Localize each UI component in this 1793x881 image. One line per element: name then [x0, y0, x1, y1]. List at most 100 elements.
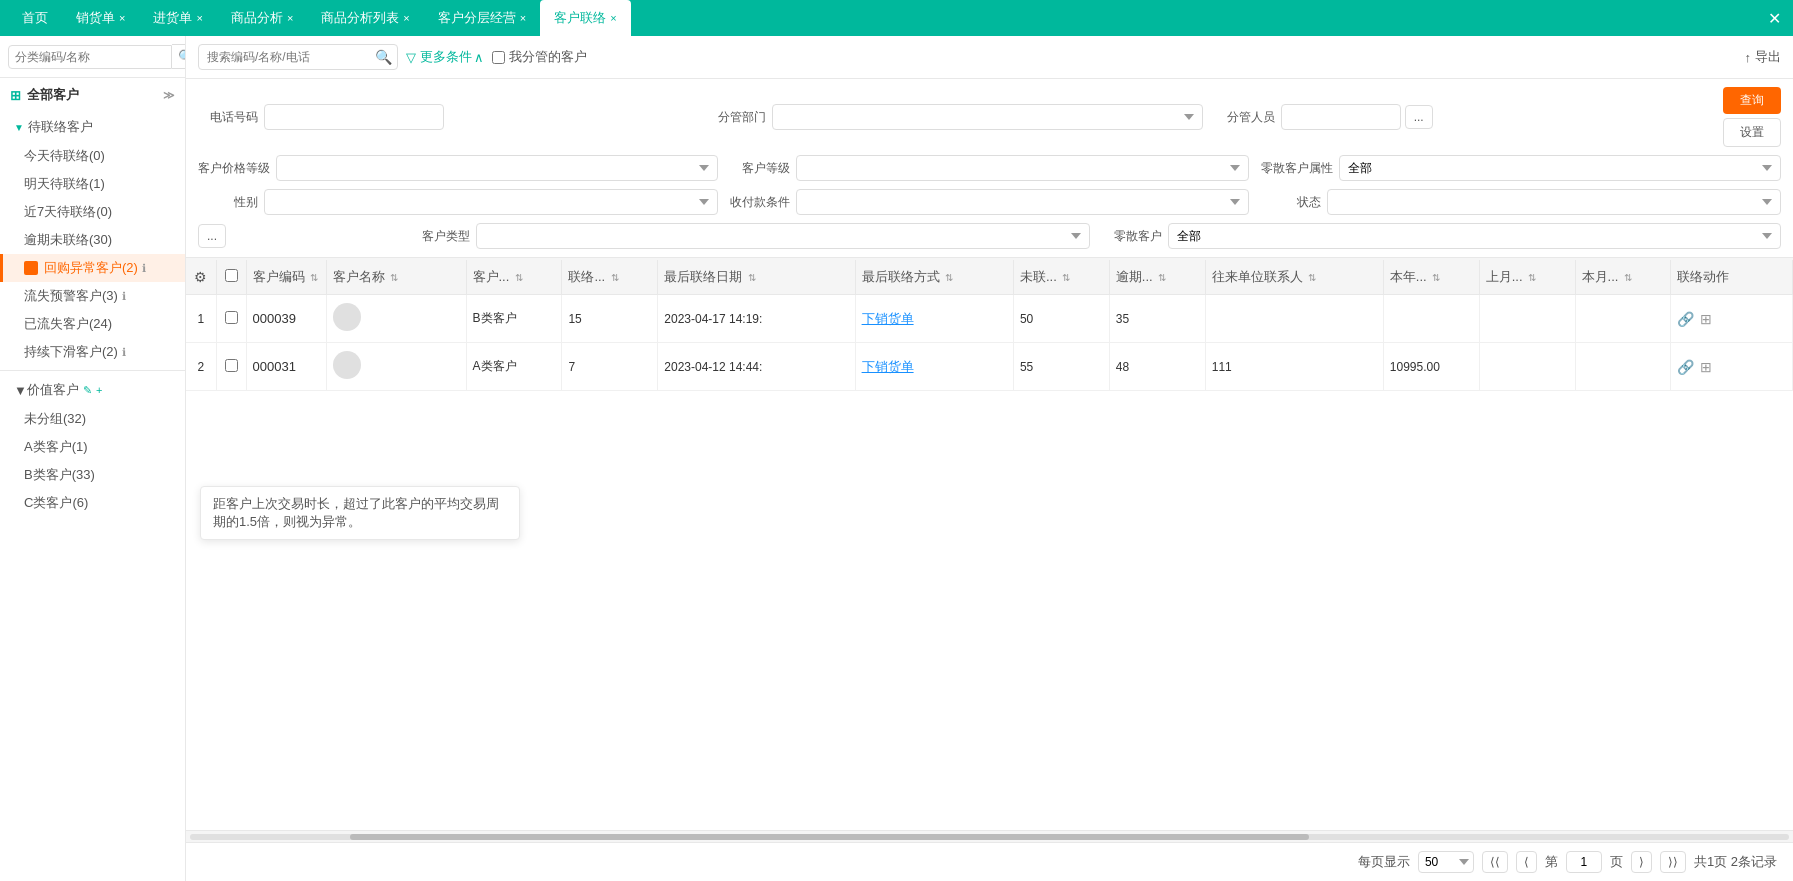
retail-customer-select[interactable]: 全部 — [1168, 223, 1782, 249]
sidebar-item-ungrouped[interactable]: 未分组(32) — [0, 405, 185, 433]
nav-close-product-analysis[interactable]: × — [287, 12, 293, 24]
gender-select[interactable] — [264, 189, 718, 215]
sort-icon-uncontacted[interactable]: ⇅ — [1062, 272, 1070, 283]
table-settings-gear-button[interactable]: ⚙ — [194, 269, 207, 285]
more-conditions-button[interactable]: ▽ 更多条件 ∧ — [406, 48, 484, 66]
nav-close-product-list[interactable]: × — [403, 12, 409, 24]
last-page-button[interactable]: ⟩⟩ — [1660, 851, 1686, 873]
last-method-link-2[interactable]: 下销货单 — [862, 359, 914, 374]
settings-button[interactable]: 设置 — [1723, 118, 1781, 147]
branch-person-input[interactable] — [1281, 104, 1401, 130]
filter-branch-person: 分管人员 ... — [1215, 104, 1711, 130]
search-icon[interactable]: 🔍 — [375, 49, 392, 65]
more-ellipsis-button[interactable]: ... — [198, 224, 226, 248]
sidebar-item-7day-pending[interactable]: 近7天待联络(0) — [0, 198, 185, 226]
more-action-icon-2[interactable]: ⊞ — [1700, 359, 1712, 375]
branch-dept-select[interactable] — [772, 104, 1202, 130]
status-select[interactable] — [1327, 189, 1781, 215]
sort-icon-this-year[interactable]: ⇅ — [1432, 272, 1440, 283]
first-page-button[interactable]: ⟨⟨ — [1482, 851, 1508, 873]
sidebar-item-lost-customers[interactable]: 已流失客户(24) — [0, 310, 185, 338]
th-customer-type: 客户... ⇅ — [466, 260, 562, 295]
sort-icon-company-contacts[interactable]: ⇅ — [1308, 272, 1316, 283]
nav-close-purchase[interactable]: × — [196, 12, 202, 24]
sort-icon-last-date[interactable]: ⇅ — [748, 272, 756, 283]
row-checkbox-2[interactable] — [225, 359, 238, 372]
sidebar-item-lost-risk[interactable]: 流失预警客户(3) ℹ — [0, 282, 185, 310]
nav-customer-tier[interactable]: 客户分层经营 × — [424, 0, 540, 36]
link-action-icon-1[interactable]: 🔗 — [1677, 311, 1694, 327]
sidebar-collapse-button[interactable]: ≫ — [163, 89, 175, 102]
payment-select[interactable] — [796, 189, 1250, 215]
per-page-select[interactable]: 50 — [1418, 851, 1474, 873]
add-group-icon[interactable]: + — [96, 384, 102, 396]
td-company-contacts-2: 111 — [1205, 343, 1383, 391]
sort-icon-contact[interactable]: ⇅ — [611, 272, 619, 283]
sidebar-all-customers-header[interactable]: ⊞ 全部客户 ≫ — [0, 78, 185, 112]
more-action-icon-1[interactable]: ⊞ — [1700, 311, 1712, 327]
link-action-icon-2[interactable]: 🔗 — [1677, 359, 1694, 375]
horizontal-scrollbar[interactable] — [186, 830, 1793, 842]
td-type-2: A类客户 — [466, 343, 562, 391]
phone-input[interactable] — [264, 104, 444, 130]
sidebar-value-customer-group[interactable]: ▼ 价值客户 ✎ + — [0, 375, 185, 405]
table-wrapper[interactable]: ⚙ 客户编码 ⇅ 客户名称 ⇅ — [186, 260, 1793, 830]
sidebar-item-a-class[interactable]: A类客户(1) — [0, 433, 185, 461]
page-number-input[interactable] — [1566, 851, 1602, 873]
sidebar-item-today-pending[interactable]: 今天待联络(0) — [0, 142, 185, 170]
nav-home[interactable]: 首页 — [8, 0, 62, 36]
select-all-checkbox[interactable] — [225, 269, 238, 282]
price-level-select[interactable] — [276, 155, 718, 181]
customer-level-select[interactable] — [796, 155, 1250, 181]
sidebar-item-c-class[interactable]: C类客户(6) — [0, 489, 185, 517]
sort-icon-type[interactable]: ⇅ — [515, 272, 523, 283]
pagination-bar: 每页显示 50 ⟨⟨ ⟨ 第 页 ⟩ ⟩⟩ 共1页 2条记录 — [186, 842, 1793, 881]
row-checkbox-1[interactable] — [225, 311, 238, 324]
customer-table: ⚙ 客户编码 ⇅ 客户名称 ⇅ — [186, 260, 1793, 391]
sidebar-pending-contact-group[interactable]: ▼ 待联络客户 — [0, 112, 185, 142]
last-method-link-1[interactable]: 下销货单 — [862, 311, 914, 326]
per-page-label: 每页显示 — [1358, 853, 1410, 871]
nav-customer-contact[interactable]: 客户联络 × — [540, 0, 630, 36]
branch-person-more-button[interactable]: ... — [1405, 105, 1433, 129]
export-button[interactable]: ↑ 导出 — [1745, 48, 1782, 66]
prev-page-button[interactable]: ⟨ — [1516, 851, 1537, 873]
sort-icon-overdue[interactable]: ⇅ — [1158, 272, 1166, 283]
sort-icon-last-method[interactable]: ⇅ — [945, 272, 953, 283]
nav-product-list[interactable]: 商品分析列表 × — [307, 0, 423, 36]
customer-type-select[interactable] — [476, 223, 1090, 249]
th-this-month-label: 本月... — [1582, 269, 1619, 284]
info-icon-declining[interactable]: ℹ — [122, 346, 126, 359]
next-page-button[interactable]: ⟩ — [1631, 851, 1652, 873]
sidebar-item-tomorrow-pending[interactable]: 明天待联络(1) — [0, 170, 185, 198]
info-icon-risk[interactable]: ℹ — [122, 290, 126, 303]
sort-icon-last-month[interactable]: ⇅ — [1528, 272, 1536, 283]
nav-close-customer-contact[interactable]: × — [610, 12, 616, 24]
sort-icon-code[interactable]: ⇅ — [310, 272, 318, 283]
sidebar-item-b-class[interactable]: B类客户(33) — [0, 461, 185, 489]
sort-icon-name[interactable]: ⇅ — [390, 272, 398, 283]
nav-close-sales[interactable]: × — [119, 12, 125, 24]
td-code-1: 000039 — [246, 295, 326, 343]
my-customer-checkbox[interactable] — [492, 51, 505, 64]
nav-product-analysis[interactable]: 商品分析 × — [217, 0, 307, 36]
window-close-button[interactable]: ✕ — [1768, 9, 1781, 28]
nav-close-customer-tier[interactable]: × — [520, 12, 526, 24]
page-suffix: 页 — [1610, 853, 1623, 871]
table-row: 1 000039 B类客户 15 2023-04-17 14:19: — [186, 295, 1793, 343]
search-input[interactable] — [198, 44, 398, 70]
action-icons-2: 🔗 ⊞ — [1677, 359, 1786, 375]
retail-attr-select[interactable]: 全部 — [1339, 155, 1781, 181]
sidebar-search-button[interactable]: 🔍 — [172, 44, 186, 69]
edit-icon[interactable]: ✎ — [83, 384, 92, 397]
nav-purchase[interactable]: 进货单 × — [139, 0, 216, 36]
info-icon[interactable]: ℹ — [142, 262, 146, 275]
scrollbar-thumb[interactable] — [350, 834, 1309, 840]
nav-sales[interactable]: 销货单 × — [62, 0, 139, 36]
sidebar-item-overdue-pending[interactable]: 逾期未联络(30) — [0, 226, 185, 254]
query-button[interactable]: 查询 — [1723, 87, 1781, 114]
sidebar-item-declining[interactable]: 持续下滑客户(2) ℹ — [0, 338, 185, 366]
sidebar-search-input[interactable] — [8, 45, 172, 69]
sidebar-item-repeat-abnormal[interactable]: 回购异常客户(2) ℹ — [0, 254, 185, 282]
sort-icon-this-month[interactable]: ⇅ — [1624, 272, 1632, 283]
